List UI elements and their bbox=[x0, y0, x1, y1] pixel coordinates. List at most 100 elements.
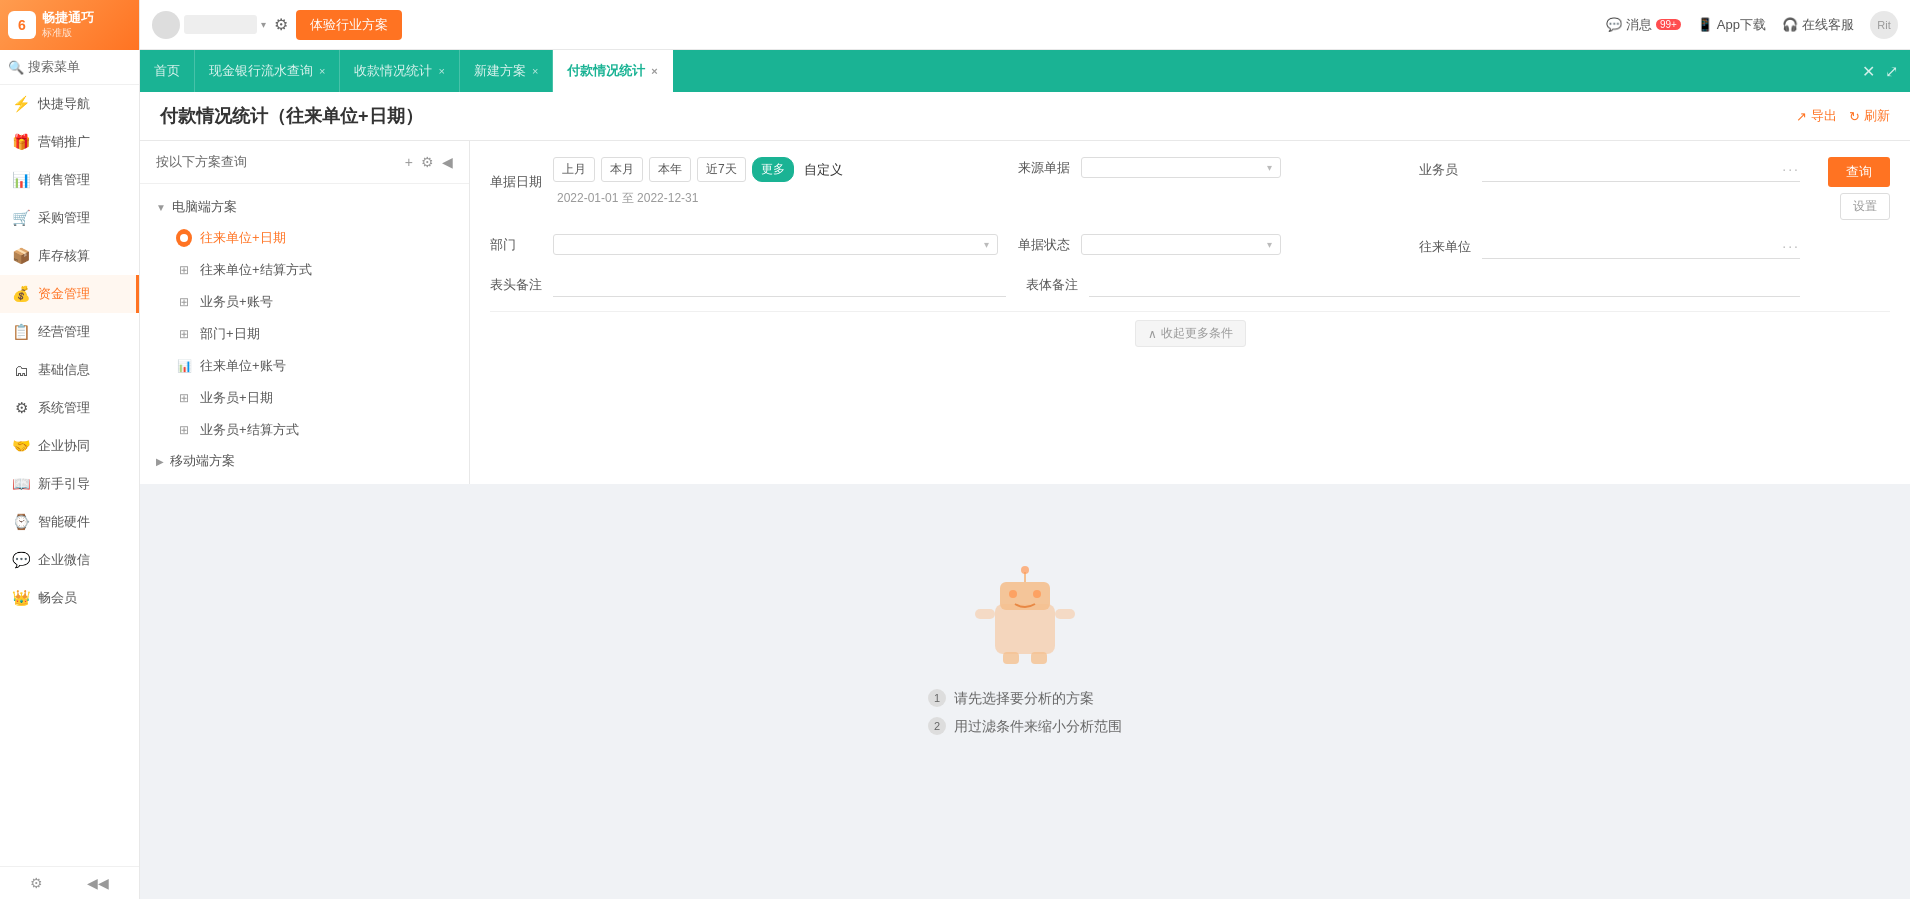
enterprise-icon: 🤝 bbox=[12, 437, 30, 455]
sidebar-item-guide[interactable]: 📖 新手引导 bbox=[0, 465, 139, 503]
dept-label: 部门 bbox=[490, 236, 545, 254]
partner-dots-btn[interactable]: ··· bbox=[1782, 238, 1800, 254]
scheme-item-partner-settlement[interactable]: ⊞ 往来单位+结算方式 bbox=[140, 254, 469, 286]
sidebar-item-sales[interactable]: 📊 销售管理 bbox=[0, 161, 139, 199]
sidebar-item-hardware[interactable]: ⌚ 智能硬件 bbox=[0, 503, 139, 541]
tab-home[interactable]: 首页 bbox=[140, 50, 195, 92]
scheme-item-dept-date[interactable]: ⊞ 部门+日期 bbox=[140, 318, 469, 350]
app-download-btn[interactable]: 📱 App下载 bbox=[1697, 16, 1766, 34]
sidebar-item-label: 基础信息 bbox=[38, 361, 90, 379]
tab-payment-stats-close[interactable]: × bbox=[651, 65, 657, 77]
date-more-btn[interactable]: 更多 bbox=[752, 157, 794, 182]
source-select[interactable]: ▾ bbox=[1081, 157, 1281, 178]
sales-icon: 📊 bbox=[12, 171, 30, 189]
add-scheme-btn[interactable]: + bbox=[405, 154, 413, 170]
filter-row-1: 单据日期 上月 本月 本年 近7天 更多 自定义 2022-01-01 至 20… bbox=[490, 157, 1890, 220]
footer-collapse-btn[interactable]: ◀◀ bbox=[87, 875, 109, 891]
trial-btn[interactable]: 体验行业方案 bbox=[296, 10, 402, 40]
scheme-item-salesman-settlement[interactable]: ⊞ 业务员+结算方式 bbox=[140, 414, 469, 446]
date-this-month-btn[interactable]: 本月 bbox=[601, 157, 643, 182]
tab-bank-flow-label: 现金银行流水查询 bbox=[209, 62, 313, 80]
sidebar-item-operations[interactable]: 📋 经营管理 bbox=[0, 313, 139, 351]
search-menu[interactable]: 🔍 搜索菜单 bbox=[0, 50, 139, 85]
empty-text: 1 请先选择要分析的方案 2 用过滤条件来缩小分析范围 bbox=[928, 684, 1122, 740]
tab-close-all-btn[interactable]: ✕ bbox=[1858, 60, 1879, 83]
tab-maximize-btn[interactable]: ⤢ bbox=[1881, 60, 1902, 83]
collapse-bar: ∧ 收起更多条件 bbox=[490, 311, 1890, 355]
header-note-field: 表头备注 bbox=[490, 273, 1006, 297]
scheme-item-partner-date[interactable]: 往来单位+日期 bbox=[140, 222, 469, 254]
date-last-month-btn[interactable]: 上月 bbox=[553, 157, 595, 182]
sidebar-item-enterprise[interactable]: 🤝 企业协同 bbox=[0, 427, 139, 465]
tab-new-scheme-label: 新建方案 bbox=[474, 62, 526, 80]
svg-rect-6 bbox=[975, 609, 995, 619]
sidebar-item-label: 企业微信 bbox=[38, 551, 90, 569]
collapse-label: 收起更多条件 bbox=[1161, 325, 1233, 342]
scheme-group-mobile-title[interactable]: ▶ 移动端方案 bbox=[140, 446, 469, 476]
grid-icon-3: ⊞ bbox=[176, 326, 192, 342]
tab-new-scheme[interactable]: 新建方案 × bbox=[460, 50, 553, 92]
sidebar-collapse-btn[interactable]: ◀ bbox=[442, 154, 453, 170]
sidebar-item-finance[interactable]: 💰 资金管理 bbox=[0, 275, 139, 313]
status-select[interactable]: ▾ bbox=[1081, 234, 1281, 255]
logo-icon: 6 bbox=[8, 11, 36, 39]
scheme-group-desktop-title[interactable]: ▼ 电脑端方案 bbox=[140, 192, 469, 222]
tab-bank-flow-close[interactable]: × bbox=[319, 65, 325, 77]
scheme-item-label: 业务员+日期 bbox=[200, 389, 273, 407]
partner-label: 往来单位 bbox=[1419, 238, 1474, 256]
service-icon: 🎧 bbox=[1782, 17, 1798, 32]
finance-icon: 💰 bbox=[12, 285, 30, 303]
scheme-settings-btn[interactable]: ⚙ bbox=[421, 154, 434, 170]
scheme-item-partner-account[interactable]: 📊 往来单位+账号 bbox=[140, 350, 469, 382]
sidebar-item-base-info[interactable]: 🗂 基础信息 bbox=[0, 351, 139, 389]
tab-payment-stats[interactable]: 付款情况统计 × bbox=[553, 50, 672, 92]
hardware-icon: ⌚ bbox=[12, 513, 30, 531]
salesman-dots-btn[interactable]: ··· bbox=[1782, 161, 1800, 177]
header-note-input[interactable] bbox=[553, 273, 1006, 297]
date-last-7days-btn[interactable]: 近7天 bbox=[697, 157, 746, 182]
filter-settings-btn[interactable]: 设置 bbox=[1840, 193, 1890, 220]
footer-gear-btn[interactable]: ⚙ bbox=[30, 875, 43, 891]
profile-name: name bbox=[184, 15, 257, 34]
export-label: 导出 bbox=[1811, 107, 1837, 125]
page-header-actions: ↗ 导出 ↻ 刷新 bbox=[1796, 107, 1890, 125]
tab-receivable[interactable]: 收款情况统计 × bbox=[340, 50, 459, 92]
quick-nav-icon: ⚡ bbox=[12, 95, 30, 113]
date-this-year-btn[interactable]: 本年 bbox=[649, 157, 691, 182]
scheme-item-salesman-account[interactable]: ⊞ 业务员+账号 bbox=[140, 286, 469, 318]
export-icon: ↗ bbox=[1796, 109, 1807, 124]
tab-bank-flow[interactable]: 现金银行流水查询 × bbox=[195, 50, 340, 92]
sidebar-item-purchase[interactable]: 🛒 采购管理 bbox=[0, 199, 139, 237]
grid-icon-4: ⊞ bbox=[176, 390, 192, 406]
search-icon: 🔍 bbox=[8, 60, 24, 75]
sidebar-item-marketing[interactable]: 🎁 营销推广 bbox=[0, 123, 139, 161]
message-btn[interactable]: 💬 消息 99+ bbox=[1606, 16, 1681, 34]
collapse-conditions-btn[interactable]: ∧ 收起更多条件 bbox=[1135, 320, 1246, 347]
online-service-btn[interactable]: 🎧 在线客服 bbox=[1782, 16, 1854, 34]
sidebar-footer: ⚙ ◀◀ bbox=[0, 866, 139, 899]
sidebar-item-quick-nav[interactable]: ⚡ 快捷导航 bbox=[0, 85, 139, 123]
tab-receivable-close[interactable]: × bbox=[438, 65, 444, 77]
sidebar-item-system[interactable]: ⚙ 系统管理 bbox=[0, 389, 139, 427]
settings-icon[interactable]: ⚙ bbox=[274, 15, 288, 34]
scheme-item-label: 往来单位+结算方式 bbox=[200, 261, 312, 279]
page-header: 付款情况统计（往来单位+日期） ↗ 导出 ↻ 刷新 bbox=[140, 92, 1910, 141]
sidebar-item-inventory[interactable]: 📦 库存核算 bbox=[0, 237, 139, 275]
query-btn[interactable]: 查询 bbox=[1828, 157, 1890, 187]
scheme-item-label: 业务员+账号 bbox=[200, 293, 273, 311]
body-note-input[interactable] bbox=[1089, 273, 1800, 297]
profile-section[interactable]: name ▾ bbox=[152, 11, 266, 39]
hint-num-1: 1 bbox=[928, 689, 946, 707]
user-avatar[interactable]: Rit bbox=[1870, 11, 1898, 39]
filter-sidebar-header: 按以下方案查询 + ⚙ ◀ bbox=[140, 141, 469, 184]
mobile-group-label: 移动端方案 bbox=[170, 452, 235, 470]
tab-new-scheme-close[interactable]: × bbox=[532, 65, 538, 77]
scheme-item-salesman-date[interactable]: ⊞ 业务员+日期 bbox=[140, 382, 469, 414]
sidebar-item-wechat[interactable]: 💬 企业微信 bbox=[0, 541, 139, 579]
scheme-item-label: 业务员+结算方式 bbox=[200, 421, 299, 439]
export-btn[interactable]: ↗ 导出 bbox=[1796, 107, 1837, 125]
dept-select[interactable]: ▾ bbox=[553, 234, 998, 255]
empty-state: 1 请先选择要分析的方案 2 用过滤条件来缩小分析范围 bbox=[140, 484, 1910, 820]
refresh-btn[interactable]: ↻ 刷新 bbox=[1849, 107, 1890, 125]
sidebar-item-member[interactable]: 👑 畅会员 bbox=[0, 579, 139, 617]
